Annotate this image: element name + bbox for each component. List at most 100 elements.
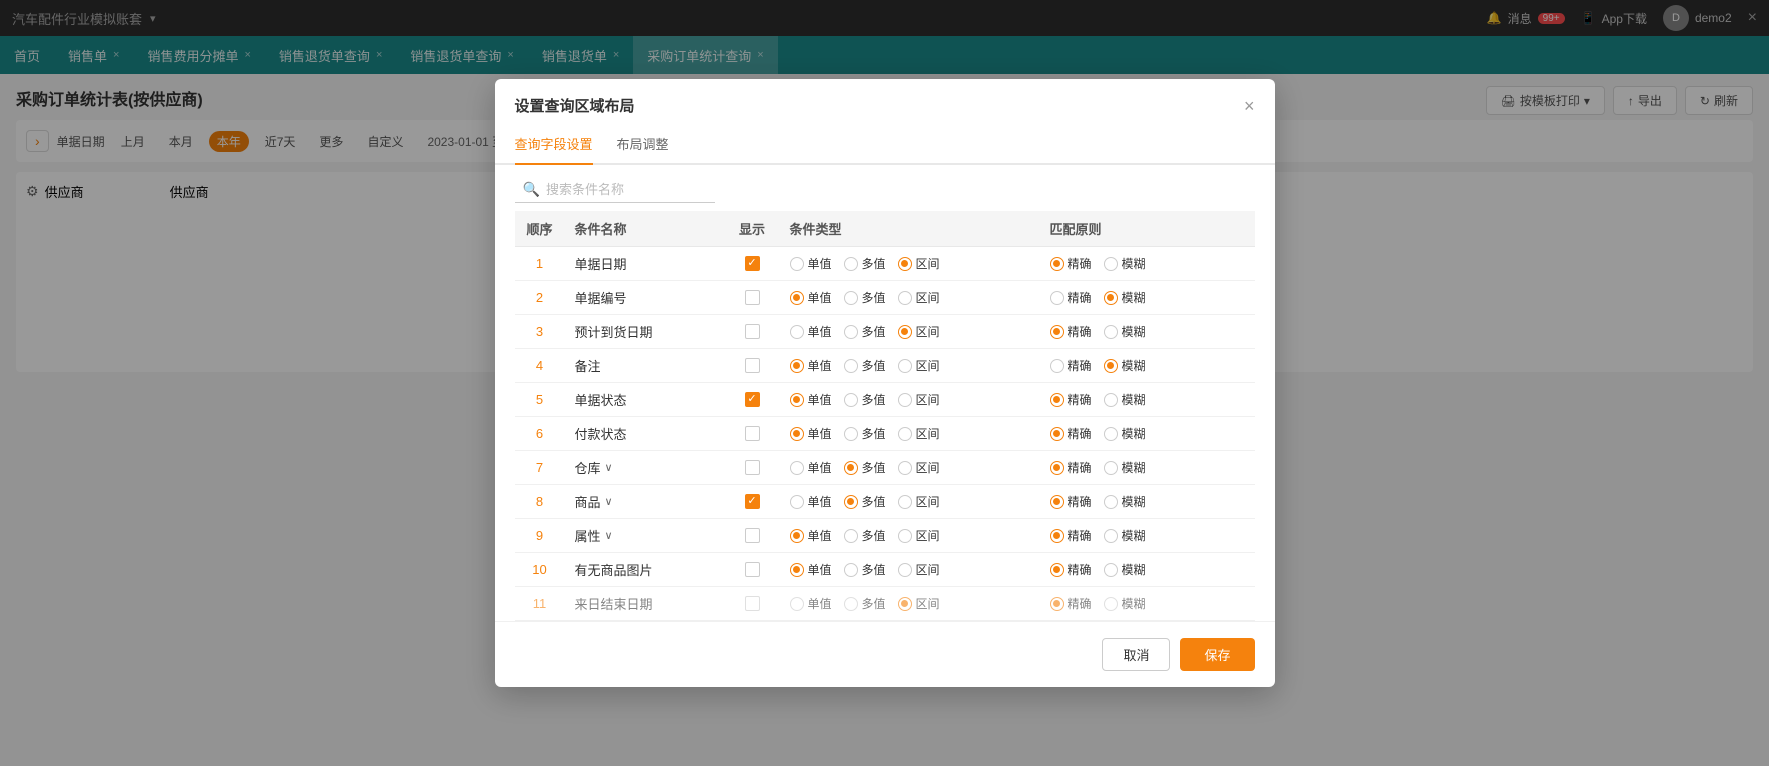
- radio-circle: [898, 257, 912, 271]
- radio-circle: [844, 563, 858, 577]
- display-cell[interactable]: [725, 281, 780, 315]
- type-radio-multi[interactable]: 多值: [844, 527, 886, 544]
- match-radio-exact[interactable]: 精确: [1050, 289, 1092, 306]
- display-cell[interactable]: [725, 587, 780, 621]
- type-radio-range[interactable]: 区间: [898, 595, 940, 612]
- match-radio-fuzzy[interactable]: 模糊: [1104, 493, 1146, 510]
- type-radio-range[interactable]: 区间: [898, 425, 940, 442]
- radio-circle: [844, 495, 858, 509]
- type-radio-multi[interactable]: 多值: [844, 493, 886, 510]
- display-cell[interactable]: [725, 553, 780, 587]
- display-cell[interactable]: [725, 485, 780, 519]
- type-radio-range[interactable]: 区间: [898, 493, 940, 510]
- type-radio-multi[interactable]: 多值: [844, 561, 886, 578]
- match-radio-exact[interactable]: 精确: [1050, 459, 1092, 476]
- type-radio-single[interactable]: 单值: [790, 459, 832, 476]
- tab-query-fields[interactable]: 查询字段设置: [515, 128, 593, 165]
- search-input[interactable]: [546, 182, 696, 197]
- type-radio-single[interactable]: 单值: [790, 289, 832, 306]
- type-radio-multi[interactable]: 多值: [844, 595, 886, 612]
- type-radio-single[interactable]: 单值: [790, 425, 832, 442]
- match-radio-fuzzy[interactable]: 模糊: [1104, 323, 1146, 340]
- display-cell[interactable]: [725, 247, 780, 281]
- match-radio-exact[interactable]: 精确: [1050, 561, 1092, 578]
- order-cell: 8: [515, 485, 565, 519]
- type-radio-single[interactable]: 单值: [790, 323, 832, 340]
- match-radio-exact[interactable]: 精确: [1050, 357, 1092, 374]
- display-checkbox[interactable]: [745, 358, 760, 373]
- radio-circle: [1050, 495, 1064, 509]
- match-radio-fuzzy[interactable]: 模糊: [1104, 595, 1146, 612]
- match-radio-fuzzy[interactable]: 模糊: [1104, 425, 1146, 442]
- match-radio-exact[interactable]: 精确: [1050, 391, 1092, 408]
- type-radio-range[interactable]: 区间: [898, 289, 940, 306]
- match-radio-exact[interactable]: 精确: [1050, 425, 1092, 442]
- display-checkbox[interactable]: [745, 256, 760, 271]
- type-radio-multi[interactable]: 多值: [844, 459, 886, 476]
- type-radio-range[interactable]: 区间: [898, 391, 940, 408]
- type-radio-multi[interactable]: 多值: [844, 425, 886, 442]
- radio-circle: [1104, 359, 1118, 373]
- display-checkbox[interactable]: [745, 528, 760, 543]
- match-radio-fuzzy[interactable]: 模糊: [1104, 561, 1146, 578]
- match-radio-fuzzy[interactable]: 模糊: [1104, 289, 1146, 306]
- modal-close-button[interactable]: ×: [1244, 97, 1255, 115]
- display-cell[interactable]: [725, 383, 780, 417]
- display-cell[interactable]: [725, 315, 780, 349]
- type-radio-multi[interactable]: 多值: [844, 357, 886, 374]
- display-checkbox[interactable]: [745, 460, 760, 475]
- save-button[interactable]: 保存: [1180, 638, 1254, 671]
- display-checkbox[interactable]: [745, 290, 760, 305]
- display-cell[interactable]: [725, 519, 780, 553]
- match-radio-fuzzy[interactable]: 模糊: [1104, 255, 1146, 272]
- chevron-down-icon[interactable]: ∨: [605, 529, 613, 542]
- type-radio-range[interactable]: 区间: [898, 527, 940, 544]
- type-radio-multi[interactable]: 多值: [844, 289, 886, 306]
- type-radio-single[interactable]: 单值: [790, 527, 832, 544]
- type-radio-range[interactable]: 区间: [898, 255, 940, 272]
- display-cell[interactable]: [725, 349, 780, 383]
- radio-circle: [898, 291, 912, 305]
- type-radio-single[interactable]: 单值: [790, 493, 832, 510]
- display-checkbox[interactable]: [745, 494, 760, 509]
- type-radio-multi[interactable]: 多值: [844, 255, 886, 272]
- name-cell: 预计到货日期: [565, 315, 725, 349]
- type-cell: 单值多值区间: [780, 383, 1040, 417]
- display-checkbox[interactable]: [745, 392, 760, 407]
- match-radio-fuzzy[interactable]: 模糊: [1104, 357, 1146, 374]
- match-radio-exact[interactable]: 精确: [1050, 323, 1092, 340]
- type-radio-range[interactable]: 区间: [898, 357, 940, 374]
- type-radio-single[interactable]: 单值: [790, 391, 832, 408]
- type-radio-multi[interactable]: 多值: [844, 391, 886, 408]
- type-radio-single[interactable]: 单值: [790, 595, 832, 612]
- chevron-down-icon[interactable]: ∨: [605, 495, 613, 508]
- display-checkbox[interactable]: [745, 596, 760, 611]
- type-radio-single[interactable]: 单值: [790, 561, 832, 578]
- chevron-down-icon[interactable]: ∨: [605, 461, 613, 474]
- modal-overlay: 设置查询区域布局 × 查询字段设置 布局调整 🔍: [0, 0, 1769, 766]
- radio-circle: [898, 597, 912, 611]
- tab-layout-adjust[interactable]: 布局调整: [617, 128, 669, 165]
- type-radio-range[interactable]: 区间: [898, 323, 940, 340]
- match-radio-fuzzy[interactable]: 模糊: [1104, 527, 1146, 544]
- match-radio-exact[interactable]: 精确: [1050, 595, 1092, 612]
- match-radio-exact[interactable]: 精确: [1050, 527, 1092, 544]
- radio-circle: [844, 257, 858, 271]
- display-cell[interactable]: [725, 451, 780, 485]
- match-radio-fuzzy[interactable]: 模糊: [1104, 391, 1146, 408]
- type-radio-range[interactable]: 区间: [898, 561, 940, 578]
- type-radio-single[interactable]: 单值: [790, 255, 832, 272]
- display-checkbox[interactable]: [745, 324, 760, 339]
- cancel-button[interactable]: 取消: [1102, 638, 1170, 671]
- name-cell: 属性∨: [565, 519, 725, 553]
- type-radio-single[interactable]: 单值: [790, 357, 832, 374]
- type-radio-range[interactable]: 区间: [898, 459, 940, 476]
- col-name: 条件名称: [565, 211, 725, 247]
- display-cell[interactable]: [725, 417, 780, 451]
- display-checkbox[interactable]: [745, 562, 760, 577]
- match-radio-exact[interactable]: 精确: [1050, 255, 1092, 272]
- match-radio-fuzzy[interactable]: 模糊: [1104, 459, 1146, 476]
- match-radio-exact[interactable]: 精确: [1050, 493, 1092, 510]
- display-checkbox[interactable]: [745, 426, 760, 441]
- type-radio-multi[interactable]: 多值: [844, 323, 886, 340]
